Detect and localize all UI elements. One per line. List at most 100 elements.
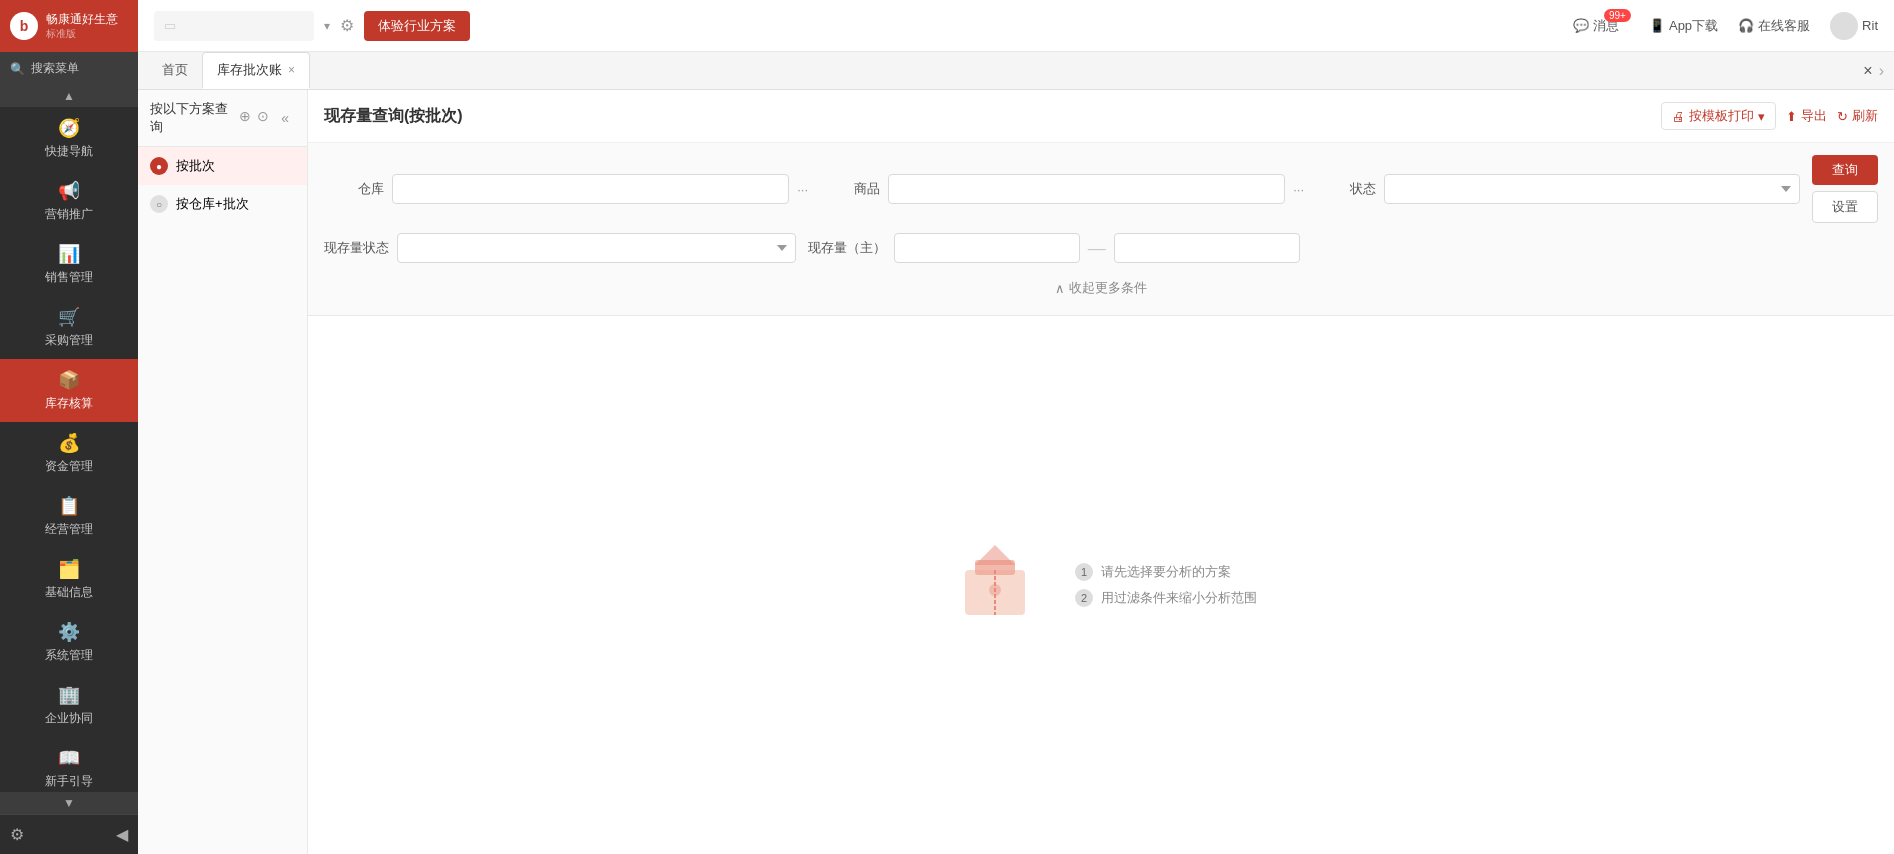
scheme-item-batch[interactable]: ● 按批次 xyxy=(138,147,307,185)
main-content: 现存量查询(按批次) 🖨 按模板打印 ▾ ⬆ 导出 ↻ 刷新 xyxy=(308,90,1894,854)
nav-icon-guide: 📖 xyxy=(58,747,80,769)
nav-icon-finance: 💰 xyxy=(58,432,80,454)
app-download-btn[interactable]: 📱 App下载 xyxy=(1649,17,1718,35)
tab-home[interactable]: 首页 xyxy=(148,53,202,89)
filter-product-dots[interactable]: ··· xyxy=(1293,182,1304,197)
trial-btn[interactable]: 体验行业方案 xyxy=(364,11,470,41)
refresh-btn[interactable]: ↻ 刷新 xyxy=(1837,107,1878,125)
filter-status-select[interactable] xyxy=(1384,174,1800,204)
qty-separator: — xyxy=(1088,238,1106,259)
sidebar-item-quick-nav[interactable]: 🧭 快捷导航 xyxy=(0,107,138,170)
nav-icon-inventory: 📦 xyxy=(58,369,80,391)
nav-label-purchase: 采购管理 xyxy=(45,332,93,349)
filter-panel-actions: ⊕ ⊙ « xyxy=(239,108,295,128)
tab-active-label: 库存批次账 xyxy=(217,61,282,79)
page-header-actions: 🖨 按模板打印 ▾ ⬆ 导出 ↻ 刷新 xyxy=(1661,102,1878,130)
topbar: ▭ ▾ ⚙ 体验行业方案 💬 消息 99+ 📱 App下载 🎧 在线客服 Rit xyxy=(138,0,1894,52)
template-print-dropdown-icon[interactable]: ▾ xyxy=(1758,109,1765,124)
topbar-actions: 💬 消息 99+ 📱 App下载 🎧 在线客服 Rit xyxy=(1573,12,1878,40)
sidebar-search[interactable]: 🔍 搜索菜单 xyxy=(0,52,138,85)
collapse-icon: ∧ xyxy=(1055,281,1065,296)
filter-warehouse-input[interactable] xyxy=(392,174,789,204)
empty-tip-2: 2 用过滤条件来缩小分析范围 xyxy=(1075,589,1257,607)
filter-field-warehouse: 仓库 ··· xyxy=(324,174,808,204)
filter-inventory-status-label: 现存量状态 xyxy=(324,239,389,257)
printer-icon: 🖨 xyxy=(1672,109,1685,124)
nav-label-guide: 新手引导 xyxy=(45,773,93,790)
topbar-search-icon: ▭ xyxy=(164,18,176,33)
sidebar-item-marketing[interactable]: 📢 营销推广 xyxy=(0,170,138,233)
sidebar-scroll-down[interactable]: ▼ xyxy=(0,792,138,814)
filter-warehouse-label: 仓库 xyxy=(324,180,384,198)
sidebar-item-enterprise[interactable]: 🏢 企业协同 xyxy=(0,674,138,737)
tab-arrow-right[interactable]: › xyxy=(1879,62,1884,80)
sidebar-scroll-up[interactable]: ▲ xyxy=(0,85,138,107)
scheme-dot-warehouse-batch: ○ xyxy=(150,195,168,213)
tab-inventory-batch[interactable]: 库存批次账 × xyxy=(202,52,310,89)
tabbar-right: × › xyxy=(1863,62,1884,80)
filter-main-qty-label: 现存量（主） xyxy=(808,239,886,257)
tab-close-icon[interactable]: × xyxy=(288,63,295,77)
settings-btn[interactable]: 设置 xyxy=(1812,191,1878,223)
nav-label-quick-nav: 快捷导航 xyxy=(45,143,93,160)
user-name: Rit xyxy=(1862,18,1878,33)
filter-settings-icon[interactable]: ⊙ xyxy=(257,108,269,128)
refresh-icon: ↻ xyxy=(1837,109,1848,124)
template-print-btn[interactable]: 🖨 按模板打印 ▾ xyxy=(1661,102,1776,130)
filter-main-qty-to[interactable] xyxy=(1114,233,1300,263)
page-close-btn[interactable]: × xyxy=(1863,62,1872,80)
filter-status-label: 状态 xyxy=(1316,180,1376,198)
filter-warehouse-dots[interactable]: ··· xyxy=(797,182,808,197)
filter-add-icon[interactable]: ⊕ xyxy=(239,108,251,128)
nav-label-finance: 资金管理 xyxy=(45,458,93,475)
sidebar-item-guide[interactable]: 📖 新手引导 xyxy=(0,737,138,792)
nav-label-basics: 基础信息 xyxy=(45,584,93,601)
nav-icon-system: ⚙️ xyxy=(58,621,80,643)
filter-collapse-btn[interactable]: « xyxy=(275,108,295,128)
topbar-gear-icon[interactable]: ⚙ xyxy=(340,16,354,35)
filter-inventory-status-select[interactable] xyxy=(397,233,796,263)
export-icon: ⬆ xyxy=(1786,109,1797,124)
filter-panel-header: 按以下方案查询 ⊕ ⊙ « xyxy=(138,90,307,147)
filter-main-qty-from[interactable] xyxy=(894,233,1080,263)
sidebar-item-system[interactable]: ⚙️ 系统管理 xyxy=(0,611,138,674)
nav-label-marketing: 营销推广 xyxy=(45,206,93,223)
sidebar-item-purchase[interactable]: 🛒 采购管理 xyxy=(0,296,138,359)
filter-field-product: 商品 ··· xyxy=(820,174,1304,204)
app-name: 畅康通好生意 xyxy=(46,11,118,28)
scheme-item-warehouse-batch[interactable]: ○ 按仓库+批次 xyxy=(138,185,307,223)
filter-field-main-quantity: 现存量（主） — xyxy=(808,233,1300,263)
scheme-label-warehouse-batch: 按仓库+批次 xyxy=(176,195,249,213)
user-avatar xyxy=(1830,12,1858,40)
filter-product-input[interactable] xyxy=(888,174,1285,204)
messages-btn[interactable]: 💬 消息 99+ xyxy=(1573,17,1619,35)
footer-collapse-icon[interactable]: ◀ xyxy=(116,825,128,844)
topbar-search-box[interactable]: ▭ xyxy=(154,11,314,41)
user-avatar-btn[interactable]: Rit xyxy=(1830,12,1878,40)
app-download-label: App下载 xyxy=(1669,17,1718,35)
filter-row-2: 现存量状态 现存量（主） — xyxy=(324,233,1878,263)
sidebar-item-finance[interactable]: 💰 资金管理 xyxy=(0,422,138,485)
tip-num-1: 1 xyxy=(1075,563,1093,581)
query-btn[interactable]: 查询 xyxy=(1812,155,1878,185)
search-icon: 🔍 xyxy=(10,62,25,76)
sidebar-item-operations[interactable]: 📋 经营管理 xyxy=(0,485,138,548)
scheme-dot-batch: ● xyxy=(150,157,168,175)
sidebar-header: b 畅康通好生意 标准版 xyxy=(0,0,138,52)
export-btn[interactable]: ⬆ 导出 xyxy=(1786,107,1827,125)
tabbar: 首页 库存批次账 × × › xyxy=(138,52,1894,90)
sidebar-item-inventory[interactable]: 📦 库存核算 xyxy=(0,359,138,422)
sidebar-nav: 🧭 快捷导航📢 营销推广📊 销售管理🛒 采购管理📦 库存核算💰 资金管理📋 xyxy=(0,107,138,792)
collapse-more-btn[interactable]: ∧ 收起更多条件 xyxy=(324,273,1878,303)
topbar-dropdown[interactable]: ▾ xyxy=(324,19,330,33)
footer-settings-icon[interactable]: ⚙ xyxy=(10,825,24,844)
filter-field-status: 状态 xyxy=(1316,174,1800,204)
nav-label-sales: 销售管理 xyxy=(45,269,93,286)
sidebar-search-label: 搜索菜单 xyxy=(31,60,79,77)
sidebar-item-basics[interactable]: 🗂️ 基础信息 xyxy=(0,548,138,611)
scheme-label-batch: 按批次 xyxy=(176,157,215,175)
online-service-btn[interactable]: 🎧 在线客服 xyxy=(1738,17,1810,35)
sidebar-item-sales[interactable]: 📊 销售管理 xyxy=(0,233,138,296)
template-print-label: 按模板打印 xyxy=(1689,107,1754,125)
collapse-label: 收起更多条件 xyxy=(1069,279,1147,297)
